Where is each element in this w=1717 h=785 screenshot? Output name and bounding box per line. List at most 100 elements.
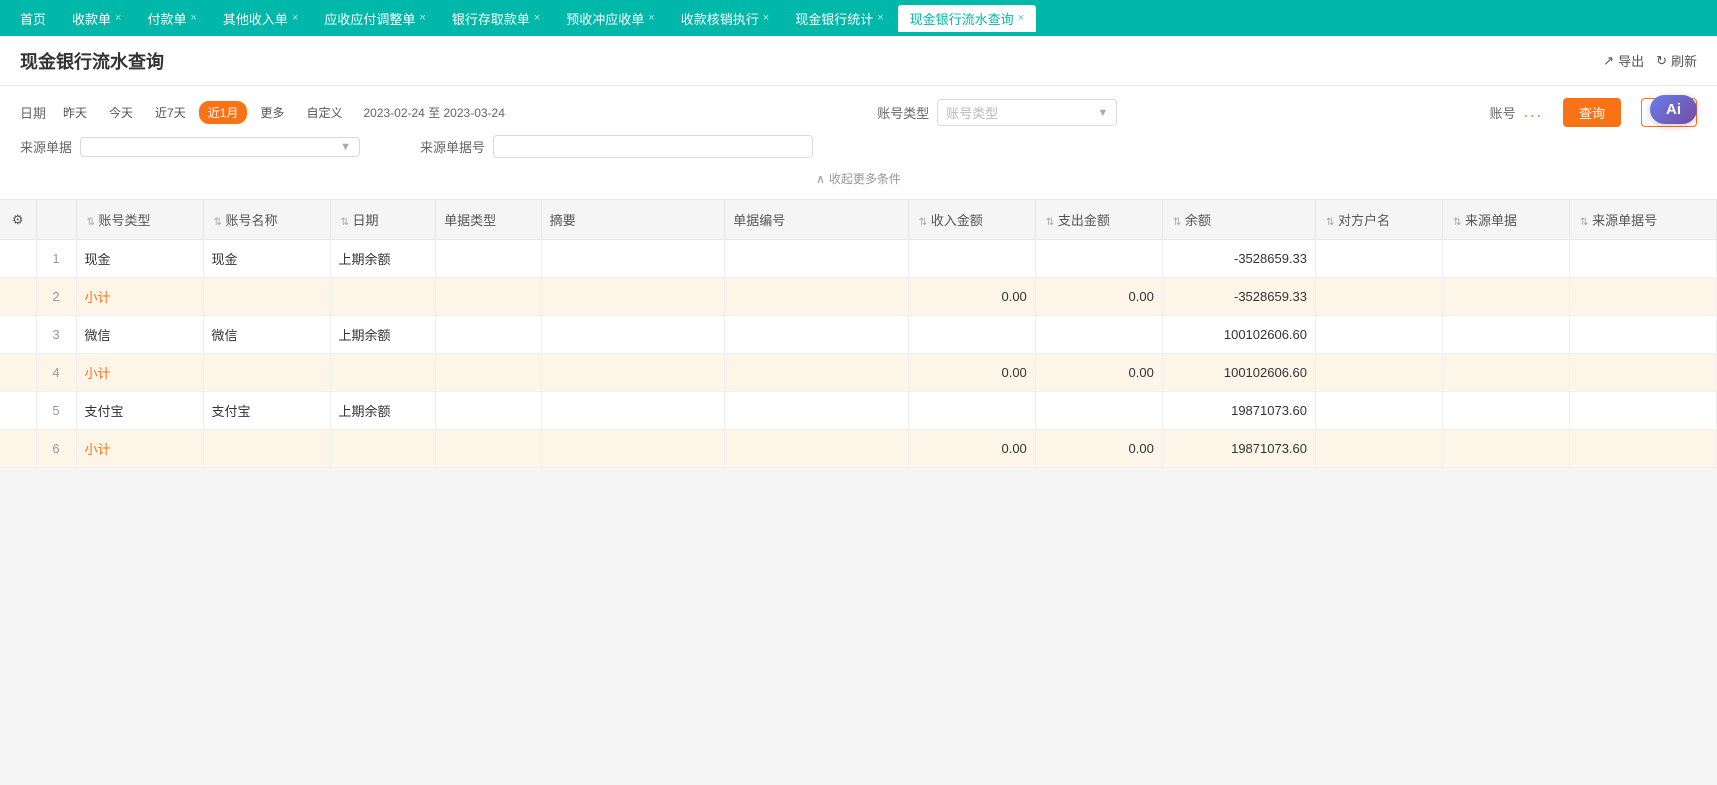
cell-1: 4 [36,354,76,392]
collapse-bar[interactable]: ∧ 收起更多条件 [20,166,1697,187]
close-icon[interactable]: × [534,12,540,24]
nav-item-bank-deposit[interactable]: 银行存取款单 × [440,5,552,32]
page-title: 现金银行流水查询 [20,48,164,74]
cell-8: 0.00 [908,278,1035,316]
close-icon[interactable]: × [292,12,298,24]
ai-badge[interactable]: Ai [1650,95,1697,124]
nav-item-advance-offset[interactable]: 预收冲应收单 × [554,5,666,32]
close-icon[interactable]: × [1018,12,1024,24]
col-balance[interactable]: ⇅ 余额 [1162,200,1315,240]
cell-11 [1316,316,1443,354]
cell-6 [541,354,725,392]
cell-2: 小计 [76,354,203,392]
nav-item-payment[interactable]: 付款单 × [135,5,208,32]
cell-5 [436,430,542,468]
cell-1: 2 [36,278,76,316]
cell-13 [1570,278,1717,316]
data-table: ⚙ ⇅ 账号类型 ⇅ 账号名称 ⇅ 日期 单据类型 摘要 [0,200,1717,468]
date-btn-custom[interactable]: 自定义 [297,101,351,124]
col-source-doc[interactable]: ⇅ 来源单据 [1443,200,1570,240]
filter-row-2: 来源单据 ▼ 来源单据号 [20,135,1697,158]
sort-icon: ⇅ [1580,217,1588,228]
close-icon[interactable]: × [190,12,196,24]
nav-item-cash-flow-query[interactable]: 现金银行流水查询 × [898,5,1036,32]
refresh-button[interactable]: ↻ 刷新 [1656,51,1697,70]
source-doc-no-input[interactable] [493,135,813,158]
account-filter: 账号 ... [1490,103,1543,122]
cell-10: -3528659.33 [1162,240,1315,278]
source-doc-label: 来源单据 [20,137,72,156]
query-button[interactable]: 查询 [1563,98,1621,127]
sort-icon: ⇅ [919,217,927,228]
cell-2: 小计 [76,430,203,468]
date-label: 日期 [20,103,46,122]
cell-10: 100102606.60 [1162,354,1315,392]
cell-10: 19871073.60 [1162,430,1315,468]
close-icon[interactable]: × [115,12,121,24]
date-btn-yesterday[interactable]: 昨天 [54,101,96,124]
cell-7 [725,316,909,354]
date-btn-more[interactable]: 更多 [251,101,293,124]
cell-9 [1035,240,1162,278]
sort-icon: ⇅ [1326,217,1334,228]
date-filter: 日期 昨天 今天 近7天 近1月 更多 自定义 2023-02-24 至 202… [20,101,505,124]
nav-item-home[interactable]: 首页 [8,5,58,32]
cell-7 [725,430,909,468]
col-date[interactable]: ⇅ 日期 [330,200,436,240]
cell-4: 上期余额 [330,316,436,354]
account-more-btn[interactable]: ... [1524,104,1543,122]
account-type-label: 账号类型 [877,103,929,122]
nav-item-cash-bank-stats[interactable]: 现金银行统计 × [783,5,895,32]
chevron-down-icon: ▼ [1097,107,1108,119]
cell-6 [541,316,725,354]
close-icon[interactable]: × [763,12,769,24]
cell-11 [1316,240,1443,278]
cell-10: -3528659.33 [1162,278,1315,316]
table-body: 1现金现金上期余额-3528659.332小计0.000.00-3528659.… [0,240,1717,468]
nav-item-adjustment[interactable]: 应收应付调整单 × [312,5,437,32]
cell-2: 小计 [76,278,203,316]
close-icon[interactable]: × [877,12,883,24]
cell-4: 上期余额 [330,240,436,278]
cell-7 [725,278,909,316]
col-account-name[interactable]: ⇅ 账号名称 [203,200,330,240]
filter-row-1: 日期 昨天 今天 近7天 近1月 更多 自定义 2023-02-24 至 202… [20,98,1697,127]
table-row: 1现金现金上期余额-3528659.33 [0,240,1717,278]
date-btn-7days[interactable]: 近7天 [146,101,195,124]
source-doc-select[interactable]: ▼ [80,137,360,157]
col-income[interactable]: ⇅ 收入金额 [908,200,1035,240]
header-actions: ↗ 导出 ↻ 刷新 [1603,51,1697,70]
cell-4 [330,430,436,468]
sort-icon: ⇅ [341,217,349,228]
cell-12 [1443,354,1570,392]
cell-0 [0,316,36,354]
col-gear[interactable]: ⚙ [0,200,36,240]
cell-13 [1570,430,1717,468]
cell-8: 0.00 [908,354,1035,392]
cell-9 [1035,316,1162,354]
col-counterparty[interactable]: ⇅ 对方户名 [1316,200,1443,240]
nav-item-receipt[interactable]: 收款单 × [60,5,133,32]
table-row: 6小计0.000.0019871073.60 [0,430,1717,468]
close-icon[interactable]: × [419,12,425,24]
cell-3 [203,354,330,392]
table-header-row: ⚙ ⇅ 账号类型 ⇅ 账号名称 ⇅ 日期 单据类型 摘要 [0,200,1717,240]
cell-11 [1316,392,1443,430]
date-btn-1month[interactable]: 近1月 [199,101,248,124]
close-icon[interactable]: × [648,12,654,24]
export-button[interactable]: ↗ 导出 [1603,51,1644,70]
filter-area: 日期 昨天 今天 近7天 近1月 更多 自定义 2023-02-24 至 202… [0,86,1717,200]
account-type-select[interactable]: 账号类型 ▼ [937,99,1117,126]
nav-item-collection-exec[interactable]: 收款核销执行 × [669,5,781,32]
cell-3: 微信 [203,316,330,354]
cell-7 [725,354,909,392]
cell-2: 支付宝 [76,392,203,430]
col-source-doc-no[interactable]: ⇅ 来源单据号 [1570,200,1717,240]
col-expense[interactable]: ⇅ 支出金额 [1035,200,1162,240]
nav-item-other-income[interactable]: 其他收入单 × [211,5,310,32]
cell-6 [541,278,725,316]
col-account-type[interactable]: ⇅ 账号类型 [76,200,203,240]
date-btn-today[interactable]: 今天 [100,101,142,124]
cell-4: 上期余额 [330,392,436,430]
cell-10: 100102606.60 [1162,316,1315,354]
